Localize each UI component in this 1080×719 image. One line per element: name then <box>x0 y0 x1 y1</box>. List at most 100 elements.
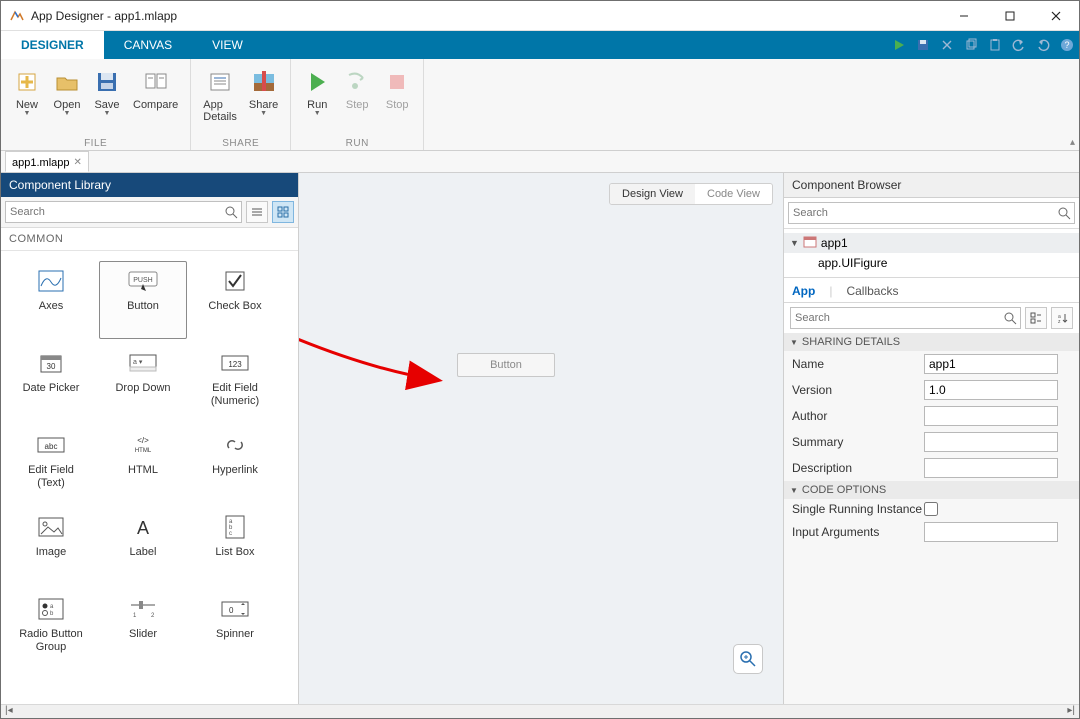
app-details-label: App Details <box>203 99 237 123</box>
paste-quick-icon[interactable] <box>983 31 1007 59</box>
document-tab-close-icon[interactable]: ✕ <box>74 157 82 168</box>
code-view-button[interactable]: Code View <box>695 184 772 204</box>
author-input[interactable] <box>924 406 1058 426</box>
numeric-field-icon: 123 <box>221 350 249 376</box>
component-axes[interactable]: Axes <box>7 261 95 339</box>
input-arguments-input[interactable] <box>924 522 1058 542</box>
minimize-button[interactable] <box>941 1 987 31</box>
tab-canvas[interactable]: CANVAS <box>104 31 192 59</box>
run-quick-icon[interactable] <box>887 31 911 59</box>
zoom-fit-button[interactable] <box>733 644 763 674</box>
compare-icon <box>142 65 170 99</box>
author-label: Author <box>792 409 924 423</box>
description-input[interactable] <box>924 458 1058 478</box>
component-html[interactable]: </>HTMLHTML <box>99 425 187 503</box>
app-details-button[interactable]: App Details <box>197 63 243 138</box>
copy-quick-icon[interactable] <box>959 31 983 59</box>
toolstrip: New▼ Open▼ Save▼ Compare▼ FILE <box>1 59 1079 151</box>
svg-text:A: A <box>137 518 149 538</box>
design-canvas[interactable]: Button <box>309 215 773 680</box>
component-button[interactable]: PUSHButton <box>99 261 187 339</box>
hyperlink-icon <box>223 432 247 458</box>
categorized-view-button[interactable] <box>1025 307 1047 329</box>
component-drop-down[interactable]: a ▾Drop Down <box>99 343 187 421</box>
input-arguments-label: Input Arguments <box>792 525 924 539</box>
component-date-picker[interactable]: 30Date Picker <box>7 343 95 421</box>
dropdown-icon: a ▾ <box>129 350 157 376</box>
single-running-instance-checkbox[interactable] <box>924 502 938 516</box>
redo-quick-icon[interactable] <box>1031 31 1055 59</box>
collapse-ribbon-icon[interactable]: ▴ <box>1070 137 1075 148</box>
svg-text:c: c <box>229 531 232 537</box>
scroll-left-icon[interactable]: |◂ <box>5 705 13 718</box>
svg-text:PUSH: PUSH <box>133 277 152 284</box>
tab-view[interactable]: VIEW <box>192 31 263 59</box>
horizontal-scroll-bar[interactable]: |◂ ▸| <box>1 704 1079 718</box>
sharing-details-section[interactable]: ▼SHARING DETAILS <box>784 333 1079 351</box>
open-button[interactable]: Open▼ <box>47 63 87 138</box>
cut-quick-icon[interactable] <box>935 31 959 59</box>
svg-text:1: 1 <box>133 613 137 619</box>
component-radio-button-group[interactable]: abRadio Button Group <box>7 589 95 667</box>
undo-quick-icon[interactable] <box>1007 31 1031 59</box>
component-tree: ▼ app1 app.UIFigure <box>784 229 1079 278</box>
help-quick-icon[interactable]: ? <box>1055 31 1079 59</box>
ribbon-tabs: DESIGNER CANVAS VIEW ? <box>1 31 1079 59</box>
version-input[interactable] <box>924 380 1058 400</box>
save-button[interactable]: Save▼ <box>87 63 127 138</box>
label-icon: A <box>131 514 155 540</box>
expand-icon[interactable]: ▼ <box>790 238 799 248</box>
svg-text:2: 2 <box>151 613 155 619</box>
save-quick-icon[interactable] <box>911 31 935 59</box>
component-checkbox[interactable]: Check Box <box>191 261 279 339</box>
new-button[interactable]: New▼ <box>7 63 47 138</box>
component-image[interactable]: Image <box>7 507 95 585</box>
component-edit-field-text[interactable]: abcEdit Field (Text) <box>7 425 95 503</box>
run-button[interactable]: Run▼ <box>297 63 337 138</box>
component-palette: Axes PUSHButton Check Box 30Date Picker … <box>1 251 298 704</box>
code-options-section[interactable]: ▼CODE OPTIONS <box>784 481 1079 499</box>
canvas-button-component[interactable]: Button <box>457 353 555 377</box>
svg-text:HTML: HTML <box>135 448 152 454</box>
view-list-button[interactable] <box>246 201 268 223</box>
single-running-instance-label: Single Running Instance <box>792 502 924 516</box>
chevron-down-icon: ▼ <box>790 338 798 347</box>
alphabetical-view-button[interactable]: az <box>1051 307 1073 329</box>
view-toggle: Design View Code View <box>609 183 773 205</box>
component-edit-field-numeric[interactable]: 123Edit Field (Numeric) <box>191 343 279 421</box>
property-search-input[interactable] <box>790 307 1021 329</box>
component-search-input[interactable] <box>5 201 242 223</box>
matlab-logo-icon <box>9 8 25 24</box>
tree-root-label: app1 <box>821 236 848 250</box>
component-hyperlink[interactable]: Hyperlink <box>191 425 279 503</box>
description-label: Description <box>792 461 924 475</box>
view-grid-button[interactable] <box>272 201 294 223</box>
tree-root[interactable]: ▼ app1 <box>784 233 1079 253</box>
chevron-down-icon: ▼ <box>790 486 798 495</box>
svg-text:?: ? <box>1064 40 1069 50</box>
design-view-button[interactable]: Design View <box>610 184 695 204</box>
callbacks-tab[interactable]: Callbacks <box>846 284 898 298</box>
tree-child[interactable]: app.UIFigure <box>784 253 1079 273</box>
svg-text:a: a <box>50 604 54 610</box>
component-label[interactable]: ALabel <box>99 507 187 585</box>
spinner-icon: 0 <box>221 596 249 622</box>
tab-designer[interactable]: DESIGNER <box>1 31 104 59</box>
svg-text:abc: abc <box>45 442 58 451</box>
text-field-icon: abc <box>37 432 65 458</box>
component-spinner[interactable]: 0Spinner <box>191 589 279 667</box>
scroll-right-icon[interactable]: ▸| <box>1067 705 1075 718</box>
app-tab[interactable]: App <box>792 284 815 298</box>
component-slider[interactable]: 12Slider <box>99 589 187 667</box>
document-tab[interactable]: app1.mlapp ✕ <box>5 151 89 172</box>
new-icon <box>13 65 41 99</box>
component-browser-panel: Component Browser ▼ app1 app.UIFigure Ap <box>783 173 1079 704</box>
component-list-box[interactable]: abcList Box <box>191 507 279 585</box>
name-input[interactable] <box>924 354 1058 374</box>
browser-search-input[interactable] <box>788 202 1075 224</box>
close-button[interactable] <box>1033 1 1079 31</box>
compare-button[interactable]: Compare▼ <box>127 63 184 138</box>
maximize-button[interactable] <box>987 1 1033 31</box>
share-button[interactable]: Share▼ <box>243 63 284 138</box>
summary-input[interactable] <box>924 432 1058 452</box>
